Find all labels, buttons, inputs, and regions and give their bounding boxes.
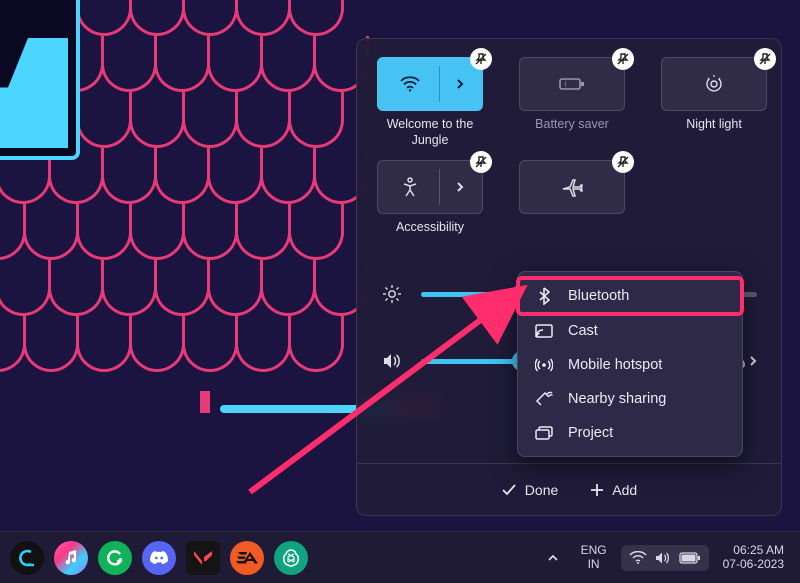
menu-item-label: Mobile hotspot (568, 357, 662, 373)
network-volume-battery-button[interactable] (621, 545, 709, 571)
taskbar-app-discord[interactable] (142, 541, 176, 575)
menu-item-bluetooth[interactable]: Bluetooth (518, 278, 742, 314)
add-button-label: Add (612, 482, 637, 498)
tile-wrap-nightlight: Night light (661, 57, 767, 148)
taskbar-app-logitech[interactable] (10, 541, 44, 575)
taskbar-app-chatgpt[interactable] (274, 541, 308, 575)
taskbar-app-grammarly[interactable] (98, 541, 132, 575)
menu-item-project[interactable]: Project (518, 416, 742, 450)
airplane-mode-tile[interactable] (519, 160, 625, 214)
battery-saver-tile-label: Battery saver (535, 117, 609, 147)
unpin-icon[interactable] (470, 48, 492, 70)
quick-settings-tiles: Welcome to the Jungle Battery saver (377, 57, 761, 250)
quick-settings-footer: Done Add (357, 463, 781, 515)
tile-wrap-accessibility: Accessibility (377, 160, 483, 250)
add-tile-menu: Bluetooth Cast Mobile hotspot Nearby sha… (517, 271, 743, 457)
brightness-icon (381, 284, 403, 304)
language-line1: ENG (581, 544, 607, 557)
wifi-expand-button[interactable] (440, 78, 480, 90)
menu-item-label: Project (568, 425, 613, 441)
night-light-icon (694, 74, 734, 94)
unpin-icon[interactable] (754, 48, 776, 70)
nearby-sharing-icon (534, 391, 554, 407)
hotspot-icon (534, 357, 554, 373)
add-button[interactable]: Add (590, 482, 637, 498)
accessibility-tile-label: Accessibility (396, 220, 464, 250)
menu-item-label: Cast (568, 323, 598, 339)
taskbar-app-ea[interactable] (230, 541, 264, 575)
bluetooth-icon (534, 287, 554, 305)
language-line2: IN (581, 558, 607, 571)
menu-item-nearby[interactable]: Nearby sharing (518, 382, 742, 416)
clock-button[interactable]: 06:25 AM 07-06-2023 (717, 544, 790, 572)
night-light-tile[interactable] (661, 57, 767, 111)
project-icon (534, 426, 554, 440)
unpin-icon[interactable] (612, 151, 634, 173)
tile-wrap-battery: Battery saver (519, 57, 625, 148)
battery-saver-icon (552, 76, 592, 92)
cast-icon (534, 324, 554, 338)
clock-time: 06:25 AM (723, 544, 784, 558)
taskbar-app-valorant[interactable] (186, 541, 220, 575)
accessibility-tile[interactable] (377, 160, 483, 214)
battery-icon (679, 552, 701, 564)
wifi-tile[interactable] (377, 57, 483, 111)
taskbar-system-tray: ENG IN 06:25 AM 07-06-2023 (539, 544, 790, 572)
wallpaper-robot-art (0, 0, 80, 160)
night-light-tile-label: Night light (686, 117, 742, 147)
tile-wrap-wifi: Welcome to the Jungle (377, 57, 483, 148)
done-button[interactable]: Done (501, 482, 558, 498)
accessibility-icon (380, 169, 440, 205)
menu-item-hotspot[interactable]: Mobile hotspot (518, 348, 742, 382)
menu-item-cast[interactable]: Cast (518, 314, 742, 348)
quick-settings-panel: Welcome to the Jungle Battery saver (356, 38, 782, 516)
tray-overflow-button[interactable] (539, 547, 567, 569)
airplane-icon (552, 177, 592, 197)
wifi-tile-label: Welcome to the Jungle (377, 117, 483, 148)
taskbar-pinned-apps (10, 541, 308, 575)
volume-icon (655, 551, 671, 565)
wifi-icon (629, 551, 647, 565)
accessibility-expand-button[interactable] (440, 181, 480, 193)
menu-item-label: Nearby sharing (568, 391, 666, 407)
done-button-label: Done (525, 482, 558, 498)
unpin-icon[interactable] (612, 48, 634, 70)
clock-date: 07-06-2023 (723, 558, 784, 572)
volume-icon (381, 352, 403, 370)
unpin-icon[interactable] (470, 151, 492, 173)
menu-item-label: Bluetooth (568, 288, 629, 304)
wifi-icon (380, 66, 440, 102)
taskbar-app-itunes[interactable] (54, 541, 88, 575)
taskbar: ENG IN 06:25 AM 07-06-2023 (0, 531, 800, 583)
battery-saver-tile[interactable] (519, 57, 625, 111)
tile-wrap-airplane (519, 160, 625, 250)
language-indicator[interactable]: ENG IN (575, 544, 613, 570)
